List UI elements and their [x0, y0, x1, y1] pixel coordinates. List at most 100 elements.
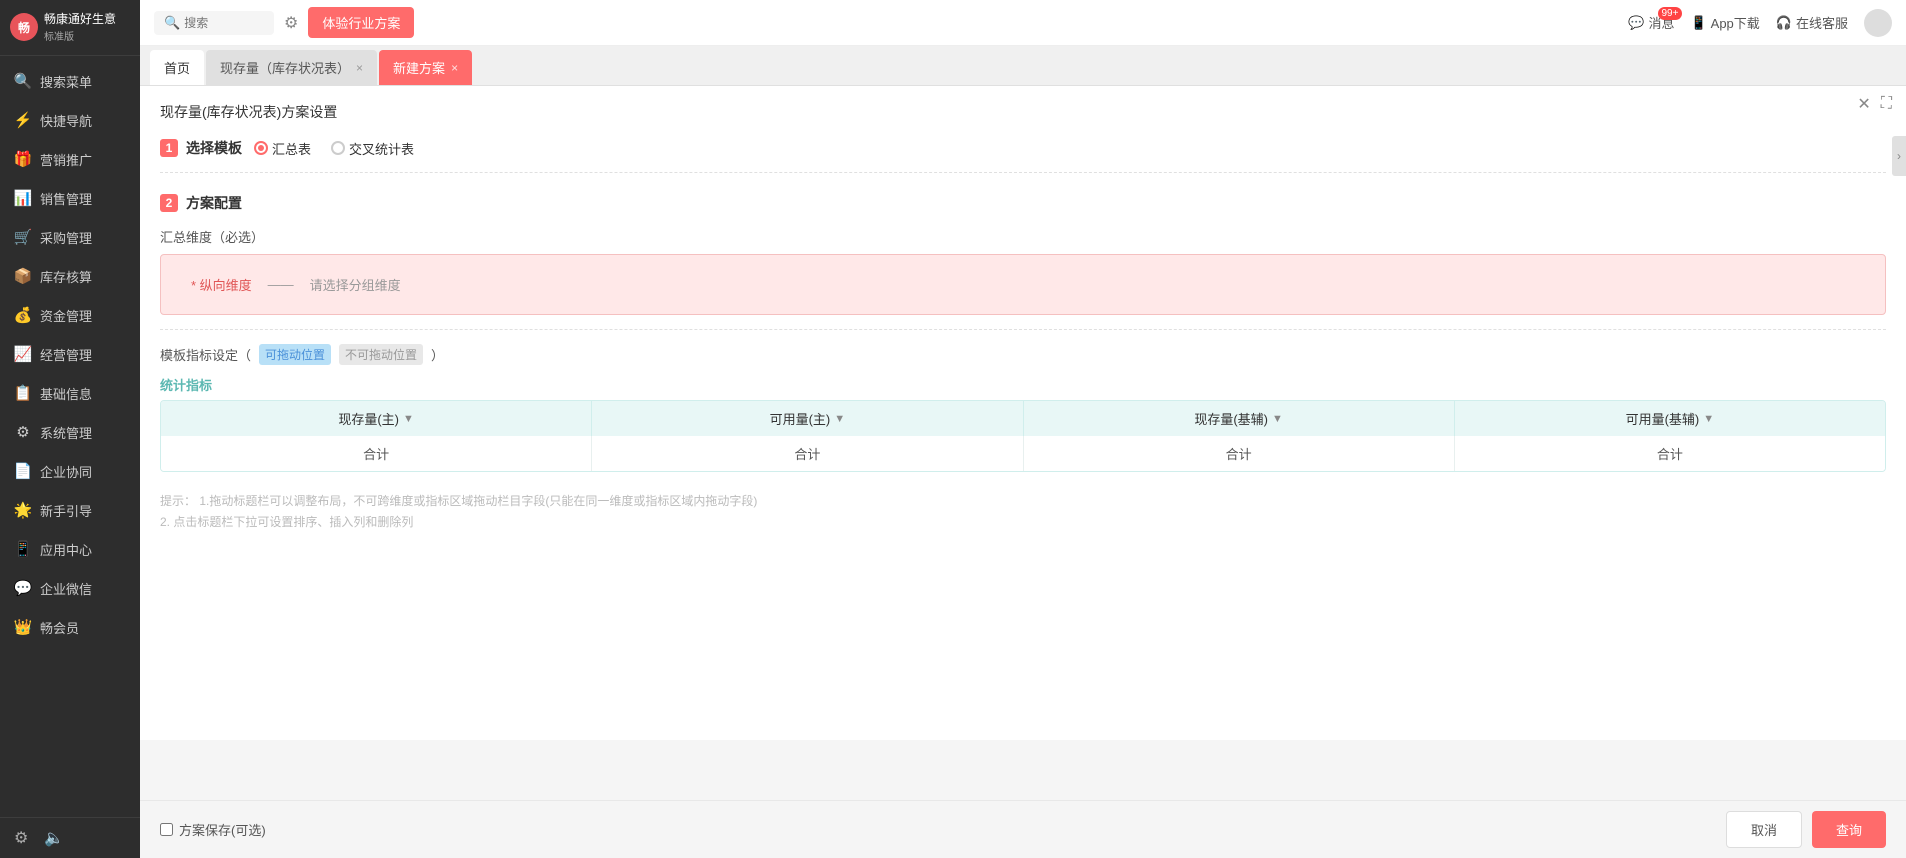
stats-header-col1[interactable]: 现存量(主)▼: [161, 401, 592, 436]
nav-icon: ⚡: [14, 111, 32, 129]
phone-icon: 📱: [1690, 15, 1706, 31]
sidebar-item-system[interactable]: ⚙ 系统管理: [0, 413, 140, 452]
tab-label-home: 首页: [164, 58, 190, 77]
sidebar-item-marketing[interactable]: 🎁 营销推广: [0, 140, 140, 179]
section-1: 1 选择模板 汇总表 交叉统计表: [160, 138, 1886, 173]
save-checkbox-input[interactable]: [160, 823, 173, 836]
sidebar-label-contract: 企业协同: [40, 462, 92, 481]
newbie-icon: 🌟: [14, 501, 32, 519]
radio-circle-summary[interactable]: [254, 141, 268, 155]
appstore-icon: 📱: [14, 540, 32, 558]
tip-item: 提示： 1.拖动标题栏可以调整布局，不可跨维度或指标区域拖动栏目字段(只能在同一…: [160, 492, 1886, 509]
col-chevron-col1[interactable]: ▼: [403, 413, 414, 425]
sidebar-item-sales[interactable]: 📊 销售管理: [0, 179, 140, 218]
dimension-field-label: * 纵向维度: [191, 275, 252, 294]
radio-label-cross: 交叉统计表: [349, 139, 414, 158]
panel-expand-icon[interactable]: ›: [1892, 136, 1906, 176]
sidebar-item-search[interactable]: 🔍 搜索菜单: [0, 62, 140, 101]
bottom-actions: 取消 查询: [1726, 811, 1886, 848]
info-icon: 📋: [14, 384, 32, 402]
stats-title: 统计指标: [160, 375, 1886, 394]
radio-summary[interactable]: 汇总表: [254, 139, 311, 158]
sidebar-item-info[interactable]: 📋 基础信息: [0, 374, 140, 413]
radio-cross[interactable]: 交叉统计表: [331, 139, 414, 158]
sales-icon: 📊: [14, 189, 32, 207]
sidebar-item-appstore[interactable]: 📱 应用中心: [0, 530, 140, 569]
tips: 提示： 1.拖动标题栏可以调整布局，不可跨维度或指标区域拖动栏目字段(只能在同一…: [160, 492, 1886, 530]
radio-circle-cross[interactable]: [331, 141, 345, 155]
marketing-icon: 🎁: [14, 150, 32, 168]
headset-icon: 🎧: [1776, 15, 1792, 31]
trial-btn[interactable]: 体验行业方案: [308, 7, 414, 38]
tab-inventory[interactable]: 现存量（库存状况表）×: [206, 50, 377, 85]
gear-icon[interactable]: ⚙: [284, 13, 298, 33]
tab-close-inventory[interactable]: ×: [356, 61, 363, 75]
logo-text: 畅康通好生意 标准版: [44, 12, 116, 43]
non-draggable-badge: 不可拖动位置: [339, 344, 423, 365]
stats-header-col4[interactable]: 可用量(基辅)▼: [1455, 401, 1885, 436]
section2-title: 方案配置: [186, 193, 242, 213]
logo-icon: 畅: [10, 13, 38, 41]
sidebar-item-contract[interactable]: 📄 企业协同: [0, 452, 140, 491]
col-chevron-col4[interactable]: ▼: [1703, 413, 1714, 425]
sidebar-bottom: ⚙ 🔈: [0, 817, 140, 858]
dimension-dash: ——: [268, 277, 294, 292]
tab-new-scheme[interactable]: 新建方案 ×: [379, 50, 472, 85]
sidebar-label-newbie: 新手引导: [40, 501, 92, 520]
close-icon[interactable]: ✕: [1857, 94, 1870, 114]
tab-close-new-scheme[interactable]: ×: [451, 61, 458, 75]
topbar: 🔍 ⚙ 体验行业方案 💬 消息 99+ 📱 App下载 🎧 在线客服: [140, 0, 1906, 46]
stats-header-col3[interactable]: 现存量(基辅) ▼: [1024, 401, 1455, 436]
dimension-placeholder: 请选择分组维度: [310, 275, 401, 294]
content-area: ✕ ⛶ 现存量(库存状况表)方案设置 1 选择模板 汇总表 交叉统计表: [140, 86, 1906, 800]
service-btn[interactable]: 🎧 在线客服: [1776, 13, 1848, 32]
app-download-btn[interactable]: 📱 App下载: [1690, 13, 1759, 32]
dimension-section-label: 汇总维度（必选）: [160, 227, 1886, 246]
dimension-row: * 纵向维度 —— 请选择分组维度: [191, 275, 1855, 294]
sidebar-label-system: 系统管理: [40, 423, 92, 442]
finance-icon: 💰: [14, 306, 32, 324]
sidebar-item-nav[interactable]: ⚡ 快捷导航: [0, 101, 140, 140]
indicator-label: 模板指标设定（ 可拖动位置 不可拖动位置 ）: [160, 344, 1886, 365]
sidebar-item-finance[interactable]: 💰 资金管理: [0, 296, 140, 335]
draggable-badge: 可拖动位置: [259, 344, 331, 365]
message-btn[interactable]: 💬 消息 99+: [1628, 13, 1674, 32]
step1-badge: 1: [160, 139, 178, 157]
sidebar-label-marketing: 营销推广: [40, 150, 92, 169]
avatar[interactable]: [1864, 9, 1892, 37]
operations-icon: 📈: [14, 345, 32, 363]
sidebar-item-operations[interactable]: 📈 经营管理: [0, 335, 140, 374]
search-bar[interactable]: 🔍: [154, 11, 274, 35]
volume-icon[interactable]: 🔈: [44, 828, 64, 848]
page-title: 现存量(库存状况表)方案设置: [160, 102, 1886, 122]
expand-icon[interactable]: ⛶: [1881, 95, 1892, 113]
sidebar-label-member: 畅会员: [40, 618, 79, 637]
sidebar-label-wechat: 企业微信: [40, 579, 92, 598]
settings-icon[interactable]: ⚙: [14, 828, 28, 848]
system-icon: ⚙: [14, 423, 32, 441]
indicator-settings: 模板指标设定（ 可拖动位置 不可拖动位置 ） 统计指标 现存量(主)▼可用量(主…: [160, 344, 1886, 472]
sidebar-item-purchase[interactable]: 🛒 采购管理: [0, 218, 140, 257]
col-label-col2: 可用量(主): [770, 409, 831, 428]
stats-header-col2[interactable]: 可用量(主)▼: [592, 401, 1023, 436]
col-label-col4: 可用量(基辅): [1626, 409, 1700, 428]
cancel-button[interactable]: 取消: [1726, 811, 1802, 848]
col-chevron-col2[interactable]: ▼: [834, 413, 845, 425]
tab-home[interactable]: 首页: [150, 50, 204, 85]
sidebar-item-inventory[interactable]: 📦 库存核算: [0, 257, 140, 296]
template-radio-group: 汇总表 交叉统计表: [254, 139, 414, 158]
col-chevron-col3[interactable]: ▼: [1272, 413, 1283, 425]
section1-header: 1 选择模板 汇总表 交叉统计表: [160, 138, 1886, 158]
sidebar-item-newbie[interactable]: 🌟 新手引导: [0, 491, 140, 530]
query-button[interactable]: 查询: [1812, 811, 1886, 848]
sidebar-logo: 畅 畅康通好生意 标准版: [0, 0, 140, 56]
sidebar-item-wechat[interactable]: 💬 企业微信: [0, 569, 140, 608]
section1-title: 选择模板: [186, 138, 242, 158]
save-checkbox[interactable]: 方案保存(可选): [160, 820, 266, 839]
col-label-col3: 现存量(基辅): [1194, 409, 1268, 428]
search-input[interactable]: [184, 16, 264, 30]
step2-badge: 2: [160, 194, 178, 212]
sidebar-item-member[interactable]: 👑 畅会员: [0, 608, 140, 647]
tab-label-new-scheme: 新建方案: [393, 58, 445, 77]
dimension-area[interactable]: * 纵向维度 —— 请选择分组维度: [160, 254, 1886, 315]
